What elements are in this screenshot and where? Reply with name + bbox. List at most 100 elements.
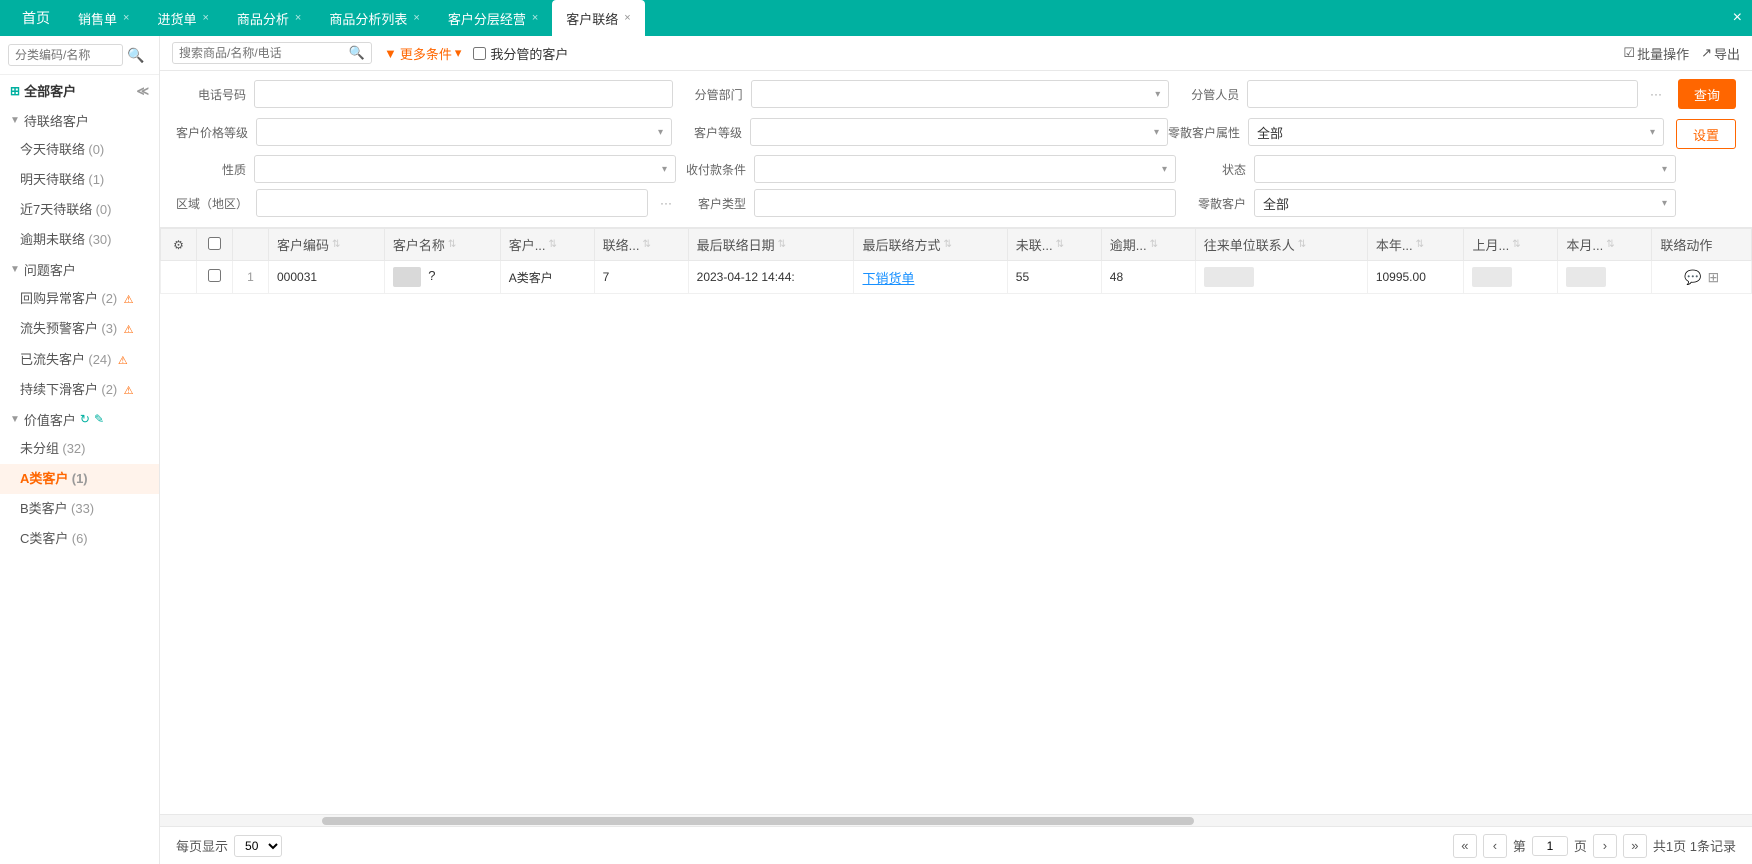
- th-this-year[interactable]: 本年... ⇅: [1367, 229, 1464, 261]
- pay-condition-select[interactable]: ▾: [754, 155, 1176, 183]
- nav-home[interactable]: 首页: [8, 0, 64, 36]
- grid-action-icon[interactable]: ⊞: [1708, 269, 1720, 286]
- pending-group-label[interactable]: ▼ 待联络客户: [0, 106, 159, 135]
- dept-select[interactable]: ▾: [751, 80, 1170, 108]
- filter-retail-attr: 零散客户属性 全部 ▾: [1168, 118, 1664, 146]
- warn-icon: ⚠: [124, 294, 134, 306]
- td-contact: 7: [594, 261, 688, 294]
- search-input[interactable]: [179, 46, 349, 60]
- chevron-down-icon: ▾: [455, 45, 462, 61]
- prev-page-button[interactable]: ‹: [1483, 834, 1507, 858]
- nav-tab-sales[interactable]: 销售单 ×: [64, 0, 143, 36]
- nav-tab-analysis[interactable]: 商品分析 ×: [223, 0, 315, 36]
- value-group-label[interactable]: ▼ 价值客户 ↻ ✎: [0, 405, 159, 434]
- person-input[interactable]: [1247, 80, 1638, 108]
- th-contact[interactable]: 联络... ⇅: [594, 229, 688, 261]
- th-prev-unit[interactable]: 往来单位联系人 ⇅: [1195, 229, 1367, 261]
- close-all-tabs-button[interactable]: ×: [1733, 9, 1742, 27]
- table-scroll-thumb[interactable]: [322, 817, 1193, 825]
- nature-select[interactable]: ▾: [254, 155, 676, 183]
- setting-button[interactable]: 设置: [1676, 119, 1736, 149]
- sidebar-item-churn-warning[interactable]: 流失预警客户 (3) ⚠: [0, 314, 159, 344]
- filter-row-4: 区域（地区） ··· 客户类型 零散客户 全部 ▾: [176, 189, 1736, 217]
- sidebar-item-b-class[interactable]: B类客户 (33): [0, 494, 159, 524]
- chevron-down-icon: ▾: [1662, 198, 1667, 209]
- query-button[interactable]: 查询: [1678, 79, 1736, 109]
- cust-level-label: 客户等级: [672, 124, 742, 141]
- filter-cust-type: 客户类型: [676, 189, 1176, 217]
- status-select[interactable]: ▾: [1254, 155, 1676, 183]
- td-code: 000031: [269, 261, 385, 294]
- phone-input[interactable]: [254, 80, 673, 108]
- sidebar-item-unclassified[interactable]: 未分组 (32): [0, 434, 159, 464]
- cust-level-select[interactable]: ▾: [750, 118, 1168, 146]
- refresh-icon[interactable]: ↻: [80, 412, 90, 426]
- td-name: ?: [384, 261, 500, 294]
- close-icon[interactable]: ×: [123, 12, 129, 24]
- comment-icon[interactable]: 💬: [1684, 269, 1701, 286]
- more-icon[interactable]: ···: [1646, 87, 1666, 101]
- sidebar-item-repurchase-abnormal[interactable]: 回购异常客户 (2) ⚠: [0, 284, 159, 314]
- td-this-month: [1558, 261, 1652, 294]
- sidebar-search-icon[interactable]: 🔍: [127, 47, 144, 64]
- sidebar-item-a-class[interactable]: A类客户 (1): [0, 464, 159, 494]
- first-page-button[interactable]: «: [1453, 834, 1477, 858]
- sidebar-item-overdue[interactable]: 逾期未联络 (30): [0, 225, 159, 255]
- retail-attr-select[interactable]: 全部 ▾: [1248, 118, 1664, 146]
- filter-row-3: 性质 ▾ 收付款条件 ▾ 状态 ▾: [176, 155, 1736, 183]
- more-icon[interactable]: ···: [656, 196, 676, 210]
- td-last-method[interactable]: 下销货单: [854, 261, 1007, 294]
- nav-tab-analysis-list[interactable]: 商品分析列表 ×: [315, 0, 433, 36]
- row-checkbox[interactable]: [208, 269, 221, 282]
- filter-nature: 性质 ▾: [176, 155, 676, 183]
- table-scroll-track[interactable]: [160, 814, 1752, 826]
- close-icon[interactable]: ×: [532, 12, 538, 24]
- problem-group-label[interactable]: ▼ 问题客户: [0, 255, 159, 284]
- th-gear[interactable]: ⚙: [161, 229, 197, 261]
- th-this-month[interactable]: 本月... ⇅: [1558, 229, 1652, 261]
- select-all-checkbox[interactable]: [208, 237, 221, 250]
- th-last-method[interactable]: 最后联络方式 ⇅: [854, 229, 1007, 261]
- nav-tab-customer-mgmt[interactable]: 客户分层经营 ×: [434, 0, 552, 36]
- sidebar-item-declining[interactable]: 持续下滑客户 (2) ⚠: [0, 375, 159, 405]
- sidebar-search-input[interactable]: [8, 44, 123, 66]
- th-last-date[interactable]: 最后联络日期 ⇅: [688, 229, 854, 261]
- close-icon[interactable]: ×: [202, 12, 208, 24]
- chevron-down-icon: ▾: [1662, 164, 1667, 175]
- sidebar-item-c-class[interactable]: C类客户 (6): [0, 524, 159, 554]
- collapse-icon[interactable]: ≪: [136, 84, 149, 98]
- retail-cust-select[interactable]: 全部 ▾: [1254, 189, 1676, 217]
- sort-icon: ⇅: [778, 239, 786, 250]
- export-icon: ↗: [1701, 45, 1712, 61]
- my-customer-checkbox[interactable]: [473, 47, 486, 60]
- th-code[interactable]: 客户编码 ⇅: [269, 229, 385, 261]
- sidebar-item-churned[interactable]: 已流失客户 (24) ⚠: [0, 345, 159, 375]
- th-not-contact[interactable]: 未联... ⇅: [1007, 229, 1101, 261]
- price-level-select[interactable]: ▾: [256, 118, 672, 146]
- sidebar-item-tomorrow-pending[interactable]: 明天待联络 (1): [0, 165, 159, 195]
- batch-operation-button[interactable]: ☑ 批量操作: [1623, 44, 1689, 63]
- th-name[interactable]: 客户名称 ⇅: [384, 229, 500, 261]
- more-filter-button[interactable]: ▼ 更多条件 ▾: [384, 44, 461, 63]
- th-last-month[interactable]: 上月... ⇅: [1464, 229, 1558, 261]
- page-size-select[interactable]: 50: [234, 835, 282, 857]
- region-input[interactable]: [256, 189, 648, 217]
- cust-type-input[interactable]: [754, 189, 1176, 217]
- close-icon[interactable]: ×: [413, 12, 419, 24]
- edit-icon[interactable]: ✎: [94, 412, 104, 426]
- th-cust-type[interactable]: 客户... ⇅: [500, 229, 594, 261]
- sidebar-item-today-pending[interactable]: 今天待联络 (0): [0, 135, 159, 165]
- page-number-input[interactable]: [1532, 836, 1568, 856]
- all-customers-header[interactable]: ⊞ 全部客户 ≪: [0, 75, 159, 106]
- nav-tab-purchase[interactable]: 进货单 ×: [143, 0, 222, 36]
- sidebar-item-7day-pending[interactable]: 近7天待联络 (0): [0, 195, 159, 225]
- next-page-button[interactable]: ›: [1593, 834, 1617, 858]
- sort-icon: ⇅: [549, 239, 557, 250]
- close-icon[interactable]: ×: [624, 12, 630, 24]
- nav-tab-customer-contact[interactable]: 客户联络 ×: [552, 0, 644, 36]
- last-page-button[interactable]: »: [1623, 834, 1647, 858]
- search-icon[interactable]: 🔍: [349, 45, 365, 61]
- export-button[interactable]: ↗ 导出: [1701, 44, 1740, 63]
- close-icon[interactable]: ×: [295, 12, 301, 24]
- th-overdue[interactable]: 逾期... ⇅: [1101, 229, 1195, 261]
